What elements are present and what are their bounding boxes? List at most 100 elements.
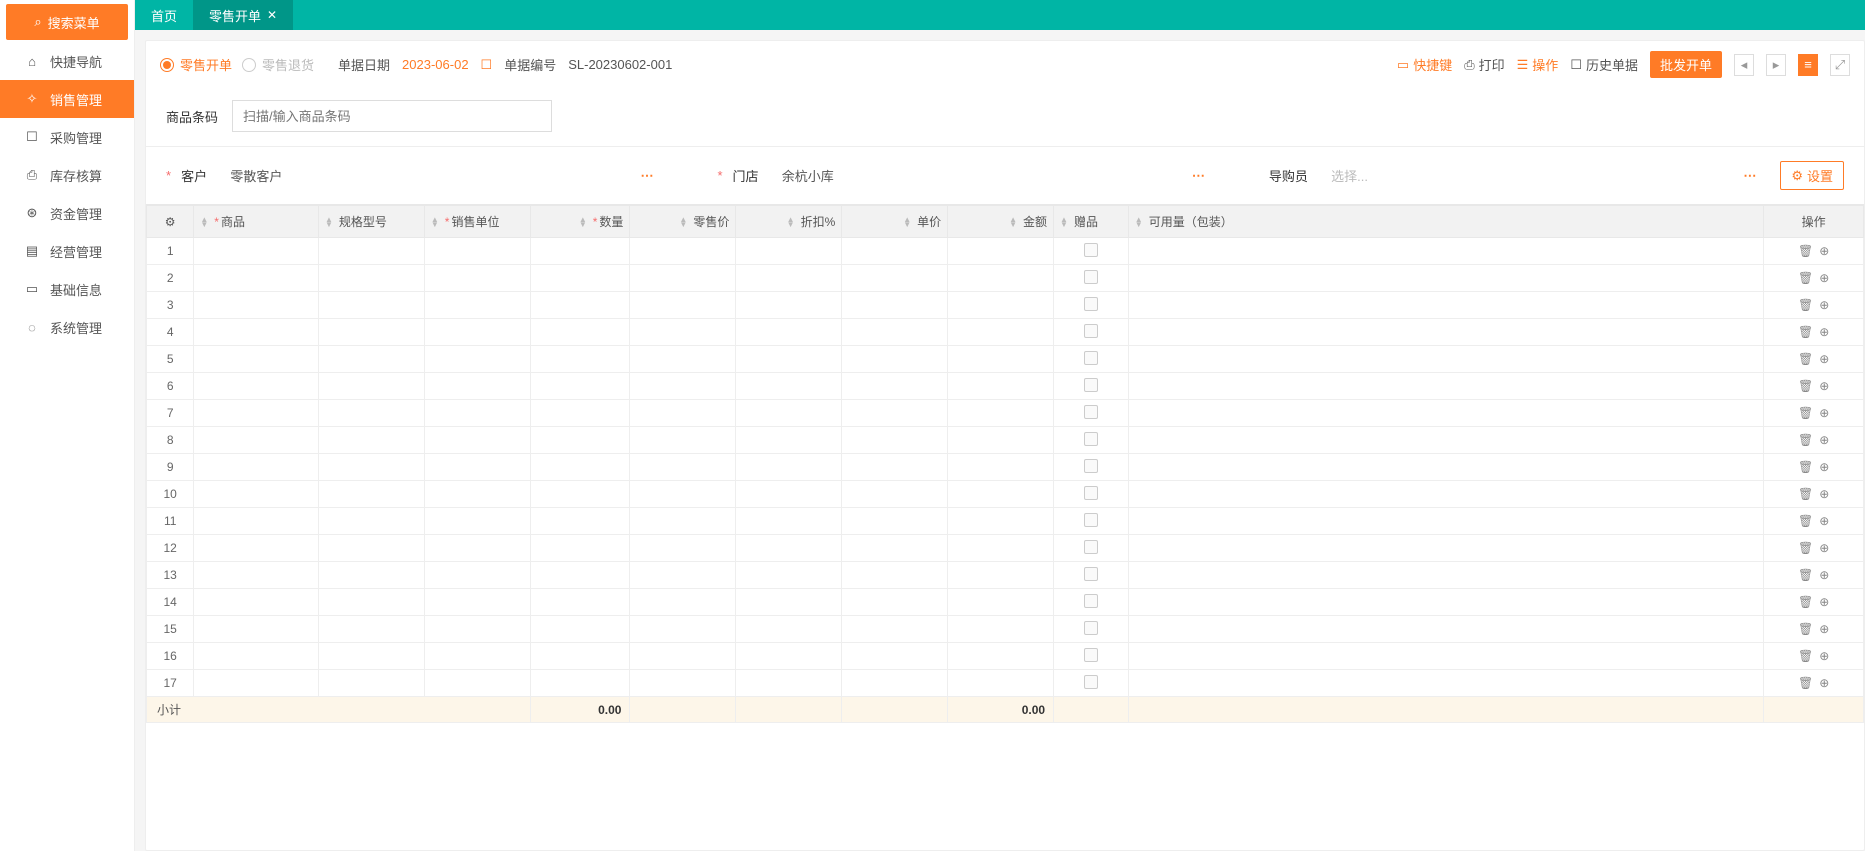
gift-checkbox[interactable] — [1084, 540, 1098, 554]
gift-checkbox[interactable] — [1084, 513, 1098, 527]
table-row[interactable]: 8🗑⊕ — [147, 427, 1864, 454]
sidebar-item-business[interactable]: ▤ 经营管理 — [0, 232, 134, 270]
prev-button[interactable]: ◂ — [1734, 54, 1754, 76]
col-qty[interactable]: ▲▼*数量 — [530, 206, 630, 238]
col-product[interactable]: ▲▼*商品 — [194, 206, 319, 238]
expand-button[interactable]: ⤢ — [1830, 54, 1850, 76]
delete-icon[interactable]: 🗑 — [1798, 379, 1813, 393]
add-row-icon[interactable]: ⊕ — [1819, 568, 1829, 582]
guide-placeholder[interactable]: 选择... — [1331, 166, 1368, 185]
add-row-icon[interactable]: ⊕ — [1819, 325, 1829, 339]
gift-checkbox[interactable] — [1084, 432, 1098, 446]
delete-icon[interactable]: 🗑 — [1798, 568, 1813, 582]
table-row[interactable]: 17🗑⊕ — [147, 670, 1864, 697]
store-lookup-button[interactable]: ⋯ — [1188, 168, 1209, 184]
radio-retail-return[interactable]: 零售退货 — [242, 55, 314, 74]
delete-icon[interactable]: 🗑 — [1798, 649, 1813, 663]
col-spec[interactable]: ▲▼规格型号 — [318, 206, 424, 238]
barcode-input[interactable] — [232, 100, 552, 132]
table-row[interactable]: 2🗑⊕ — [147, 265, 1864, 292]
gift-checkbox[interactable] — [1084, 648, 1098, 662]
search-menu-button[interactable]: ⌕ 搜索菜单 — [6, 4, 128, 40]
tab-home[interactable]: 首页 — [135, 0, 193, 30]
calendar-icon[interactable]: ☐ — [481, 57, 493, 73]
col-price[interactable]: ▲▼单价 — [842, 206, 948, 238]
table-row[interactable]: 7🗑⊕ — [147, 400, 1864, 427]
add-row-icon[interactable]: ⊕ — [1819, 352, 1829, 366]
batch-order-button[interactable]: 批发开单 — [1650, 51, 1722, 78]
table-row[interactable]: 11🗑⊕ — [147, 508, 1864, 535]
table-row[interactable]: 10🗑⊕ — [147, 481, 1864, 508]
delete-icon[interactable]: 🗑 — [1798, 595, 1813, 609]
col-retail-price[interactable]: ▲▼零售价 — [630, 206, 736, 238]
delete-icon[interactable]: 🗑 — [1798, 406, 1813, 420]
table-row[interactable]: 12🗑⊕ — [147, 535, 1864, 562]
add-row-icon[interactable]: ⊕ — [1819, 649, 1829, 663]
tab-retail-order[interactable]: 零售开单 ✕ — [193, 0, 293, 30]
add-row-icon[interactable]: ⊕ — [1819, 541, 1829, 555]
add-row-icon[interactable]: ⊕ — [1819, 406, 1829, 420]
add-row-icon[interactable]: ⊕ — [1819, 595, 1829, 609]
action-link[interactable]: ☰ 操作 — [1517, 55, 1559, 74]
guide-lookup-button[interactable]: ⋯ — [1739, 168, 1760, 184]
col-unit[interactable]: ▲▼*销售单位 — [424, 206, 530, 238]
add-row-icon[interactable]: ⊕ — [1819, 622, 1829, 636]
sidebar-item-purchase[interactable]: ☐ 采购管理 — [0, 118, 134, 156]
add-row-icon[interactable]: ⊕ — [1819, 433, 1829, 447]
customer-value[interactable]: 零散客户 — [230, 166, 282, 185]
delete-icon[interactable]: 🗑 — [1798, 298, 1813, 312]
gift-checkbox[interactable] — [1084, 270, 1098, 284]
gift-checkbox[interactable] — [1084, 351, 1098, 365]
add-row-icon[interactable]: ⊕ — [1819, 676, 1829, 690]
delete-icon[interactable]: 🗑 — [1798, 676, 1813, 690]
customer-lookup-button[interactable]: ⋯ — [636, 168, 657, 184]
close-icon[interactable]: ✕ — [267, 8, 277, 22]
table-row[interactable]: 1🗑⊕ — [147, 238, 1864, 265]
add-row-icon[interactable]: ⊕ — [1819, 244, 1829, 258]
col-discount[interactable]: ▲▼折扣% — [736, 206, 842, 238]
gift-checkbox[interactable] — [1084, 459, 1098, 473]
gift-checkbox[interactable] — [1084, 621, 1098, 635]
next-button[interactable]: ▸ — [1766, 54, 1786, 76]
sidebar-item-fund[interactable]: ⊛ 资金管理 — [0, 194, 134, 232]
col-amount[interactable]: ▲▼金额 — [948, 206, 1054, 238]
gift-checkbox[interactable] — [1084, 675, 1098, 689]
gift-checkbox[interactable] — [1084, 324, 1098, 338]
col-available[interactable]: ▲▼可用量（包装） — [1128, 206, 1763, 238]
gift-checkbox[interactable] — [1084, 567, 1098, 581]
history-link[interactable]: ☐ 历史单据 — [1570, 55, 1638, 74]
col-gear[interactable]: ⚙ — [147, 206, 194, 238]
delete-icon[interactable]: 🗑 — [1798, 352, 1813, 366]
delete-icon[interactable]: 🗑 — [1798, 271, 1813, 285]
delete-icon[interactable]: 🗑 — [1798, 487, 1813, 501]
delete-icon[interactable]: 🗑 — [1798, 433, 1813, 447]
gift-checkbox[interactable] — [1084, 378, 1098, 392]
add-row-icon[interactable]: ⊕ — [1819, 271, 1829, 285]
gift-checkbox[interactable] — [1084, 594, 1098, 608]
store-value[interactable]: 余杭小库 — [782, 166, 834, 185]
add-row-icon[interactable]: ⊕ — [1819, 298, 1829, 312]
sidebar-item-quicknav[interactable]: ⌂ 快捷导航 — [0, 42, 134, 80]
add-row-icon[interactable]: ⊕ — [1819, 487, 1829, 501]
add-row-icon[interactable]: ⊕ — [1819, 379, 1829, 393]
table-row[interactable]: 9🗑⊕ — [147, 454, 1864, 481]
gift-checkbox[interactable] — [1084, 405, 1098, 419]
col-gift[interactable]: ▲▼赠品 — [1054, 206, 1129, 238]
sidebar-item-sales[interactable]: ✧ 销售管理 — [0, 80, 134, 118]
delete-icon[interactable]: 🗑 — [1798, 541, 1813, 555]
date-value[interactable]: 2023-06-02 — [402, 57, 469, 72]
table-row[interactable]: 16🗑⊕ — [147, 643, 1864, 670]
list-view-button[interactable]: ≡ — [1798, 54, 1818, 76]
sidebar-item-system[interactable]: ◌ 系统管理 — [0, 308, 134, 346]
table-row[interactable]: 13🗑⊕ — [147, 562, 1864, 589]
table-row[interactable]: 3🗑⊕ — [147, 292, 1864, 319]
gift-checkbox[interactable] — [1084, 486, 1098, 500]
table-row[interactable]: 6🗑⊕ — [147, 373, 1864, 400]
add-row-icon[interactable]: ⊕ — [1819, 514, 1829, 528]
delete-icon[interactable]: 🗑 — [1798, 460, 1813, 474]
delete-icon[interactable]: 🗑 — [1798, 622, 1813, 636]
sidebar-item-base[interactable]: ▭ 基础信息 — [0, 270, 134, 308]
table-row[interactable]: 4🗑⊕ — [147, 319, 1864, 346]
shortcut-link[interactable]: ▭ 快捷键 — [1397, 55, 1452, 74]
table-row[interactable]: 15🗑⊕ — [147, 616, 1864, 643]
